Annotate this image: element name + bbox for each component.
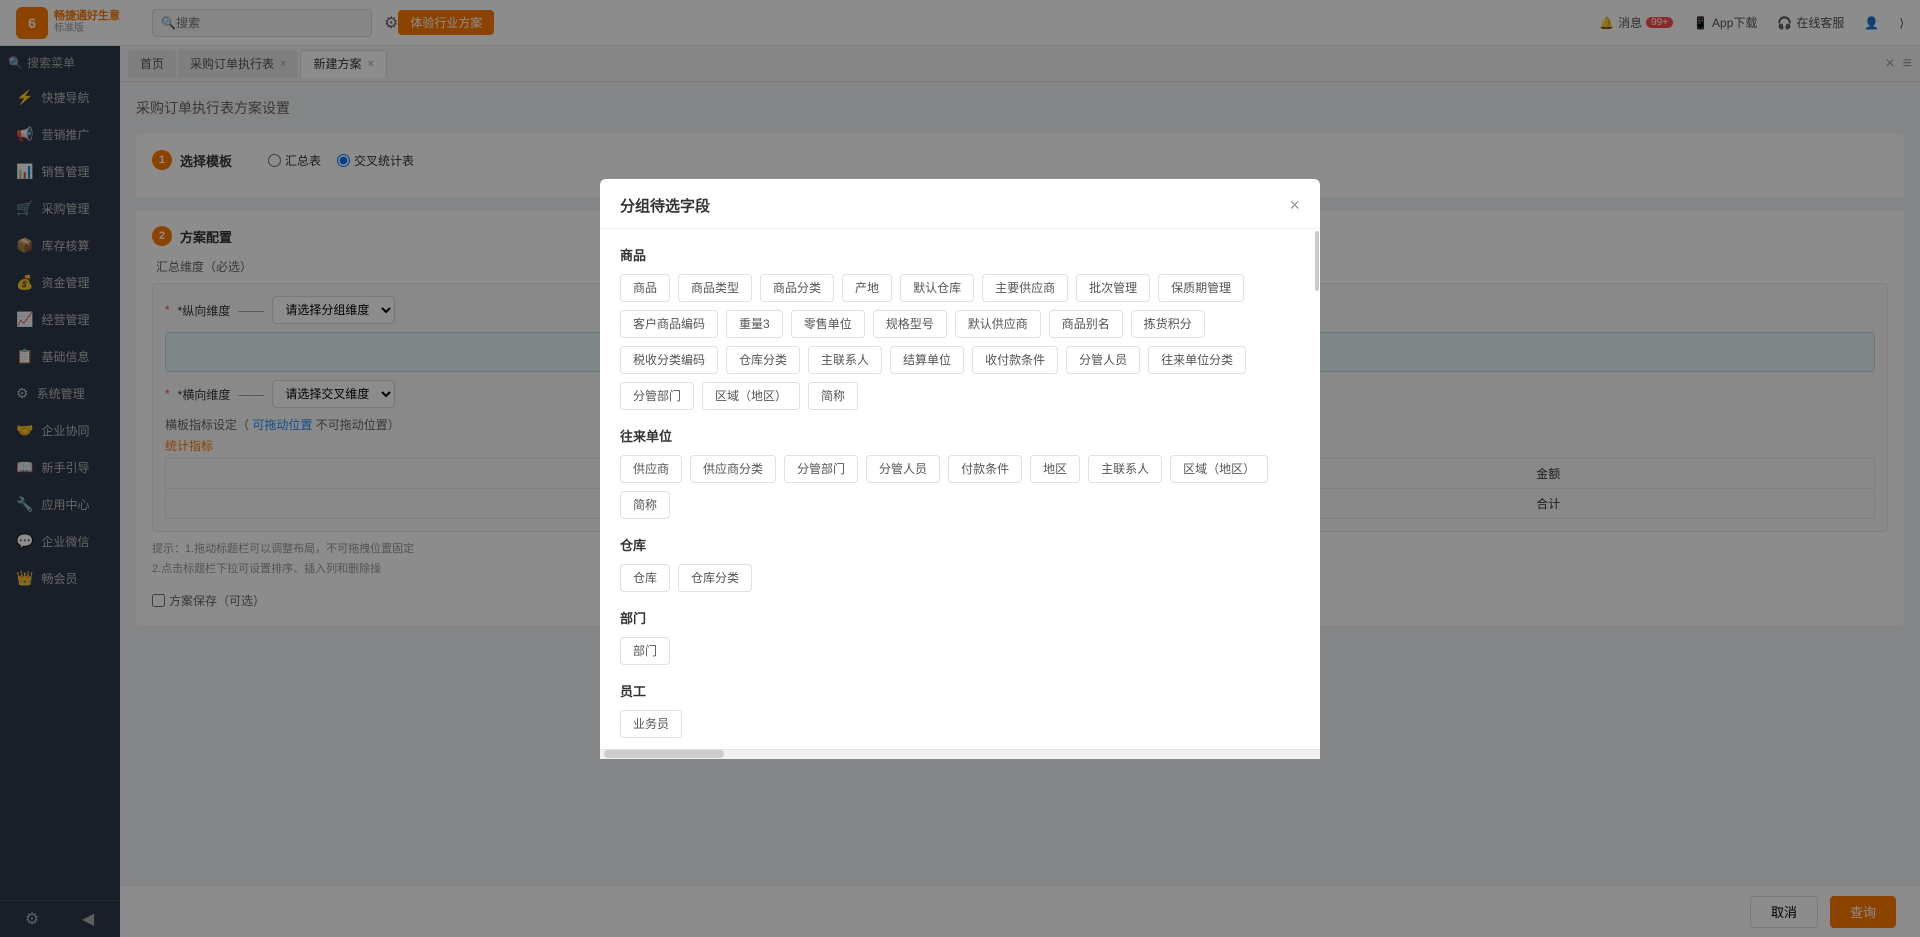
section-dept-title: 部门 (620, 608, 1300, 627)
field-tag[interactable]: 产地 (842, 274, 892, 302)
field-tag[interactable]: 区域（地区） (702, 382, 800, 410)
section-employee-title: 员工 (620, 681, 1300, 700)
field-tag[interactable]: 收付款条件 (972, 346, 1058, 374)
field-tag[interactable]: 零售单位 (791, 310, 865, 338)
field-tag[interactable]: 分管部门 (784, 455, 858, 483)
field-tag[interactable]: 业务员 (620, 710, 682, 738)
field-tag[interactable]: 重量3 (726, 310, 783, 338)
field-tag[interactable]: 保质期管理 (1158, 274, 1244, 302)
field-tag[interactable]: 结算单位 (890, 346, 964, 374)
field-tag[interactable]: 客户商品编码 (620, 310, 718, 338)
field-tag[interactable]: 默认仓库 (900, 274, 974, 302)
warehouse-tags: 仓库 仓库分类 (620, 564, 1300, 592)
modal-header: 分组待选字段 × (600, 179, 1320, 229)
modal-title: 分组待选字段 (620, 195, 710, 216)
field-tag[interactable]: 拣货积分 (1131, 310, 1205, 338)
field-tag[interactable]: 供应商分类 (690, 455, 776, 483)
field-tag[interactable]: 仓库分类 (726, 346, 800, 374)
modal-body: 商品 商品 商品类型 商品分类 产地 默认仓库 主要供应商 批次管理 保质期管理… (600, 229, 1320, 749)
field-tag[interactable]: 仓库分类 (678, 564, 752, 592)
field-tag[interactable]: 主联系人 (1088, 455, 1162, 483)
section-goods: 商品 商品 商品类型 商品分类 产地 默认仓库 主要供应商 批次管理 保质期管理… (620, 245, 1300, 410)
field-tag[interactable]: 税收分类编码 (620, 346, 718, 374)
field-tag[interactable]: 商品类型 (678, 274, 752, 302)
modal: 分组待选字段 × 商品 商品 商品类型 商品分类 产地 默认仓库 主要供应商 批… (600, 179, 1320, 759)
field-tag[interactable]: 付款条件 (948, 455, 1022, 483)
goods-tags: 商品 商品类型 商品分类 产地 默认仓库 主要供应商 批次管理 保质期管理 客户… (620, 274, 1300, 410)
field-tag[interactable]: 简称 (620, 491, 670, 519)
field-tag[interactable]: 简称 (808, 382, 858, 410)
field-tag[interactable]: 主要供应商 (982, 274, 1068, 302)
section-counterparty-title: 往来单位 (620, 426, 1300, 445)
section-dept: 部门 部门 (620, 608, 1300, 665)
field-tag[interactable]: 分管部门 (620, 382, 694, 410)
field-tag[interactable]: 分管人员 (866, 455, 940, 483)
modal-scroll-h[interactable] (600, 749, 1320, 759)
modal-overlay: 分组待选字段 × 商品 商品 商品类型 商品分类 产地 默认仓库 主要供应商 批… (0, 0, 1920, 937)
field-tag[interactable]: 主联系人 (808, 346, 882, 374)
dept-tags: 部门 (620, 637, 1300, 665)
section-counterparty: 往来单位 供应商 供应商分类 分管部门 分管人员 付款条件 地区 主联系人 区域… (620, 426, 1300, 519)
modal-scrollbar[interactable] (1314, 227, 1320, 743)
field-tag[interactable]: 商品别名 (1049, 310, 1123, 338)
field-tag[interactable]: 往来单位分类 (1148, 346, 1246, 374)
section-employee: 员工 业务员 (620, 681, 1300, 738)
section-warehouse: 仓库 仓库 仓库分类 (620, 535, 1300, 592)
field-tag[interactable]: 规格型号 (873, 310, 947, 338)
field-tag[interactable]: 批次管理 (1076, 274, 1150, 302)
counterparty-tags: 供应商 供应商分类 分管部门 分管人员 付款条件 地区 主联系人 区域（地区） … (620, 455, 1300, 519)
field-tag[interactable]: 区域（地区） (1170, 455, 1268, 483)
field-tag[interactable]: 商品 (620, 274, 670, 302)
field-tag[interactable]: 商品分类 (760, 274, 834, 302)
field-tag[interactable]: 默认供应商 (955, 310, 1041, 338)
scrollbar-thumb[interactable] (1315, 231, 1319, 291)
field-tag[interactable]: 仓库 (620, 564, 670, 592)
employee-tags: 业务员 (620, 710, 1300, 738)
scroll-thumb[interactable] (604, 750, 724, 758)
field-tag[interactable]: 供应商 (620, 455, 682, 483)
field-tag[interactable]: 部门 (620, 637, 670, 665)
section-warehouse-title: 仓库 (620, 535, 1300, 554)
field-tag[interactable]: 地区 (1030, 455, 1080, 483)
modal-close-button[interactable]: × (1289, 196, 1300, 214)
field-tag[interactable]: 分管人员 (1066, 346, 1140, 374)
section-goods-title: 商品 (620, 245, 1300, 264)
